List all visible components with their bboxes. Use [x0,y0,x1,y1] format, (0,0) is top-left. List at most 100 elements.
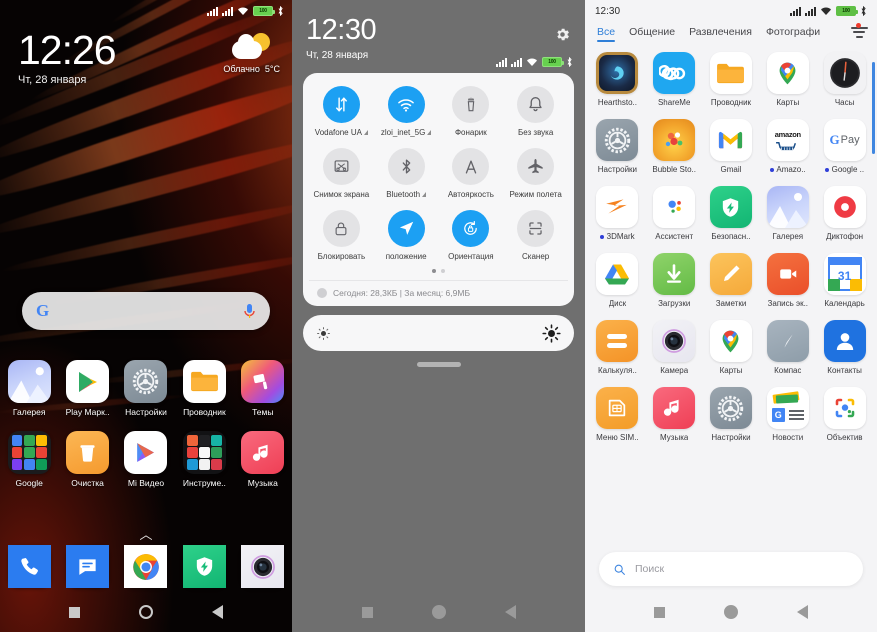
lock-clock: 12:26 Чт, 28 января [18,28,117,86]
drawer-app-shareme[interactable]: ShareMe [646,52,703,107]
dock-app-messages[interactable] [58,545,116,588]
drawer-app-google-maps[interactable]: Карты [703,320,760,375]
drawer-app-hearthstone[interactable]: Hearthsto.. [589,52,646,107]
back-triangle-icon[interactable] [796,605,808,619]
drawer-app-calculator[interactable]: Калькуля.. [589,320,646,375]
wifi-icon [527,58,537,66]
recents-square-icon[interactable] [361,606,373,618]
google-search-bar[interactable]: G [22,292,270,330]
drawer-app-google-assistant[interactable]: Ассистент [646,186,703,241]
drawer-app-file-explorer[interactable]: Проводник [703,52,760,107]
qs-tile-lock[interactable]: Блокировать [309,210,374,261]
back-triangle-icon[interactable] [211,605,223,619]
3dmark-icon [596,186,639,228]
drawer-search-placeholder: Поиск [635,563,665,575]
mic-icon[interactable] [243,303,256,320]
drawer-app-label: Google .. [825,165,864,174]
home-app-themes[interactable]: Темы [234,360,292,417]
qs-tile-screenshot[interactable]: Снимок экрана [309,148,374,199]
qs-page-dots[interactable] [309,269,568,273]
drawer-app-gmail[interactable]: Gmail [703,119,760,174]
drawer-app-gallery[interactable]: Галерея [759,186,816,241]
back-triangle-icon[interactable] [504,605,516,619]
google-lens-icon [823,387,866,429]
weather-widget[interactable]: Облачно 5°C [223,33,280,74]
qs-tile-mobile-data[interactable]: Vodafone UA [309,86,374,137]
qs-tile-bell[interactable]: Без звука [503,86,568,137]
drawer-app-notes[interactable]: Заметки [703,253,760,308]
recents-square-icon[interactable] [654,606,666,618]
drawer-tab-2[interactable]: Развлечения [689,26,752,44]
drawer-app-google-lens[interactable]: Объектив [816,387,873,442]
home-circle-icon[interactable] [723,605,738,619]
home-app-play-store[interactable]: Play Марк.. [58,360,116,417]
new-app-dot [825,167,830,172]
qs-tile-rotation-lock[interactable]: Ориентация [439,210,504,261]
home-app-tools-folder[interactable]: Инструме.. [175,431,233,488]
drawer-app-settings-gear[interactable]: Настройки [703,387,760,442]
drawer-search-bar[interactable]: Поиск [599,552,863,586]
drawer-app-google-drive[interactable]: Диск [589,253,646,308]
qs-tile-scanner[interactable]: Сканер [503,210,568,261]
qs-tile-flashlight[interactable]: Фонарик [439,86,504,137]
google-folder-icon [7,431,51,474]
home-circle-icon[interactable] [431,605,446,619]
drawer-app-label: Диктофон [826,232,864,241]
dock-app-chrome[interactable] [117,545,175,588]
filter-lines-icon[interactable] [850,23,868,38]
drawer-app-recorder[interactable]: Диктофон [816,186,873,241]
drawer-app-security-shield[interactable]: Безопасн.. [703,186,760,241]
weather-text: Облачно 5°C [223,64,280,74]
camera-icon [653,320,696,362]
home-app-settings-gear[interactable]: Настройки [117,360,175,417]
drawer-app-3dmark[interactable]: 3DMark [589,186,646,241]
drawer-app-bubble-shooter[interactable]: Bubble Sto.. [646,119,703,174]
drawer-scrollbar[interactable] [872,62,875,154]
gear-icon[interactable] [554,26,571,43]
qs-tile-bluetooth[interactable]: Bluetooth [374,148,439,199]
drawer-app-label: Загрузки [658,299,691,308]
drawer-app-compass[interactable]: Компас [759,320,816,375]
qs-data-usage-row[interactable]: Сегодня: 28,3КБ | За месяц: 6,9МБ [309,280,568,300]
home-app-file-explorer[interactable]: Проводник [175,360,233,417]
qs-tile-auto-brightness[interactable]: Автояркость [439,148,504,199]
qs-tile-location[interactable]: положение [374,210,439,261]
drawer-tab-3[interactable]: Фотографи [766,26,820,44]
drawer-tab-1[interactable]: Общение [629,26,675,44]
drawer-app-google-calendar[interactable]: 31 Календарь [816,253,873,308]
brightness-slider[interactable] [303,315,574,351]
home-app-gallery[interactable]: Галерея [0,360,58,417]
drawer-app-clock[interactable]: Часы [816,52,873,107]
dock-app-camera[interactable] [234,545,292,588]
drag-handle[interactable] [416,362,461,367]
drawer-app-music[interactable]: Музыка [646,387,703,442]
drawer-app-google-pay[interactable]: G Pay Google .. [816,119,873,174]
qs-tile-airplane[interactable]: Режим полета [503,148,568,199]
dock-app-phone[interactable] [0,545,58,588]
drawer-tab-0[interactable]: Все [597,26,616,44]
home-app-mi-video[interactable]: Mi Видео [117,431,175,488]
tools-folder-icon [182,431,226,474]
drawer-app-amazon[interactable]: amazon Amazo.. [759,119,816,174]
chevron-up-icon[interactable]: ︿ [0,524,292,543]
drawer-app-sim-menu[interactable]: Меню SIM.. [589,387,646,442]
home-circle-icon[interactable] [138,605,153,619]
dock-app-security-shield[interactable] [175,545,233,588]
home-app-cleaner[interactable]: Очистка [58,431,116,488]
google-assistant-icon [653,186,696,228]
qs-page-dot[interactable] [432,269,436,273]
qs-page-dot[interactable] [441,269,445,273]
recents-square-icon[interactable] [69,606,81,618]
qs-tile-wifi[interactable]: zloi_inet_5G [374,86,439,137]
drawer-app-contacts[interactable]: Контакты [816,320,873,375]
drawer-app-google-maps[interactable]: Карты [759,52,816,107]
home-app-label: Инструме.. [182,478,226,488]
home-app-music[interactable]: Музыка [234,431,292,488]
drawer-app-camera[interactable]: Камера [646,320,703,375]
drawer-app-screen-recorder[interactable]: Запись эк.. [759,253,816,308]
home-app-google-folder[interactable]: Google [0,431,58,488]
drawer-app-google-news[interactable]: G Новости [759,387,816,442]
calculator-icon [596,320,639,362]
drawer-app-settings-gear[interactable]: Настройки [589,119,646,174]
drawer-app-downloads[interactable]: Загрузки [646,253,703,308]
